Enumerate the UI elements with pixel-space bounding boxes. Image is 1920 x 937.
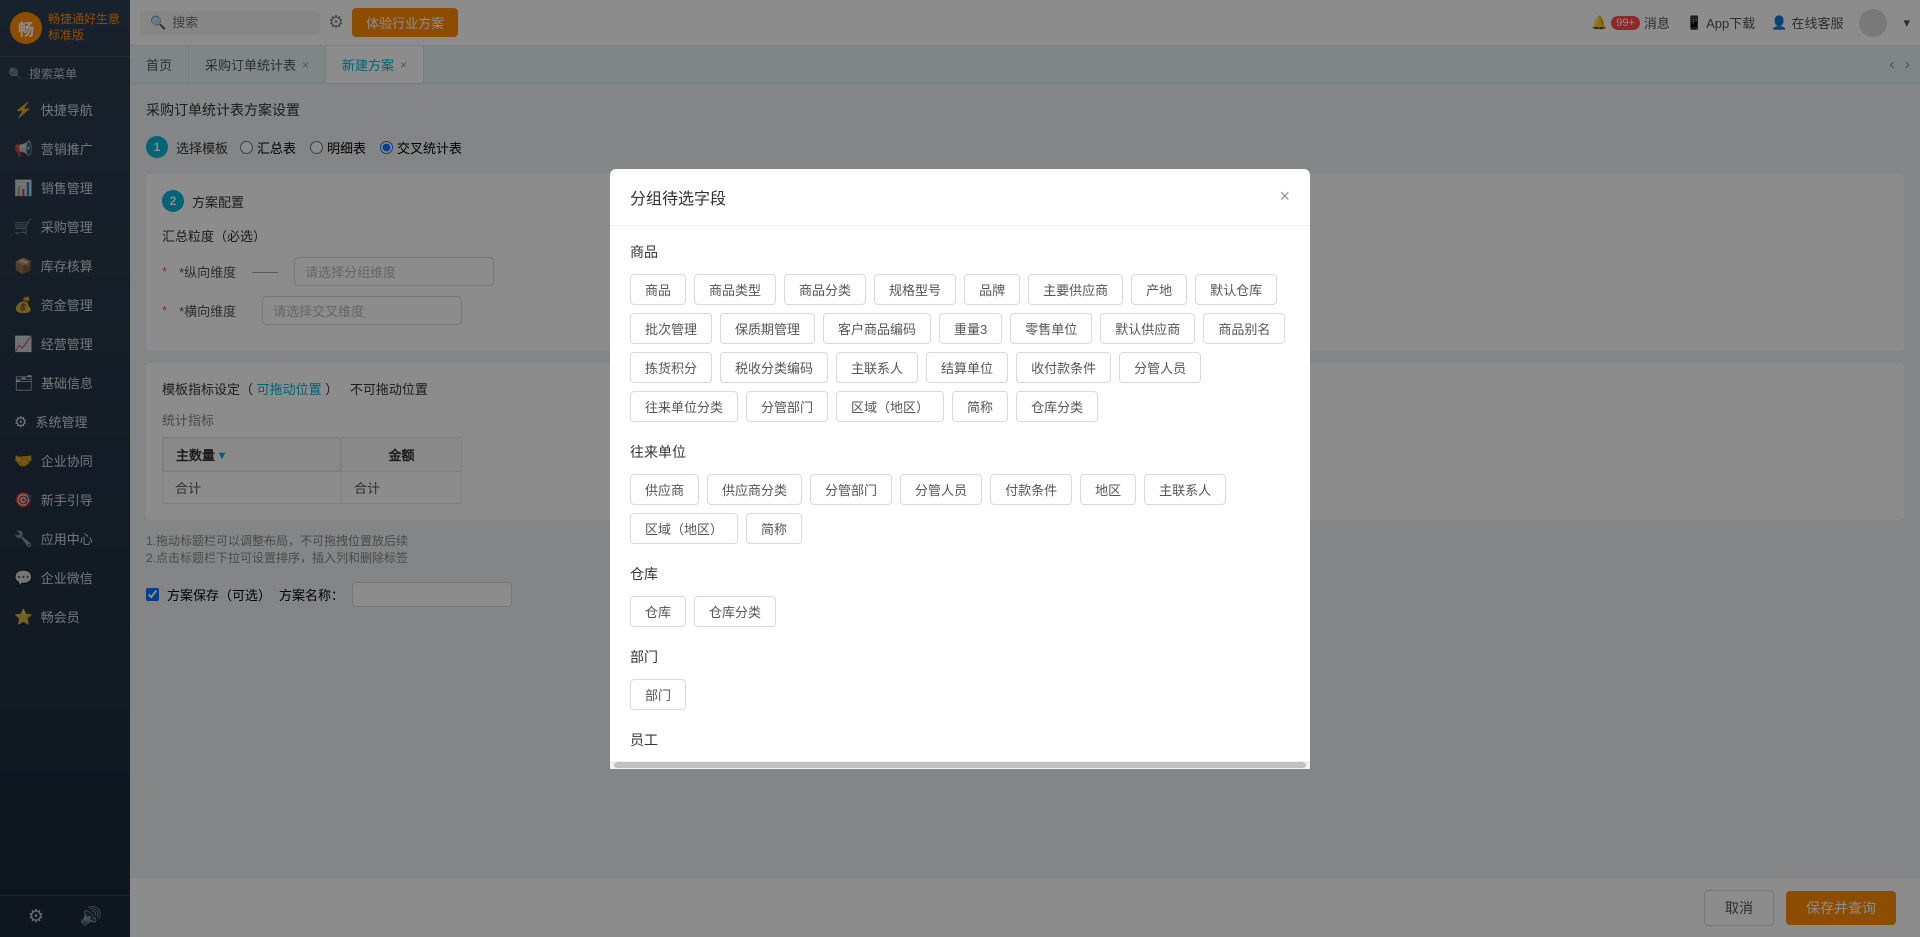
field-tags-goods: 商品商品类型商品分类规格型号品牌主要供应商产地默认仓库批次管理保质期管理客户商品… (630, 274, 1290, 422)
field-section-department: 部门部门 (630, 647, 1290, 710)
field-tag[interactable]: 区域（地区） (630, 513, 738, 544)
field-tag[interactable]: 主要供应商 (1028, 274, 1123, 305)
field-tag[interactable]: 分管部门 (746, 391, 828, 422)
field-tag[interactable]: 规格型号 (874, 274, 956, 305)
field-tag[interactable]: 仓库分类 (694, 596, 776, 627)
field-tag[interactable]: 保质期管理 (720, 313, 815, 344)
field-tag[interactable]: 商品分类 (784, 274, 866, 305)
field-tag[interactable]: 分管部门 (810, 474, 892, 505)
field-tag[interactable]: 零售单位 (1010, 313, 1092, 344)
field-section-title-counter_party: 往来单位 (630, 442, 1290, 462)
field-tag[interactable]: 分管人员 (1119, 352, 1201, 383)
modal-header: 分组待选字段 × (610, 169, 1310, 226)
field-tag[interactable]: 部门 (630, 679, 686, 710)
field-tags-department: 部门 (630, 679, 1290, 710)
field-tag[interactable]: 收付款条件 (1016, 352, 1111, 383)
field-tag[interactable]: 往来单位分类 (630, 391, 738, 422)
field-tag[interactable]: 商品 (630, 274, 686, 305)
field-section-title-employee: 员工 (630, 730, 1290, 750)
modal-title: 分组待选字段 (630, 185, 726, 209)
field-tag[interactable]: 简称 (952, 391, 1008, 422)
field-tag[interactable]: 默认供应商 (1100, 313, 1195, 344)
modal-body: 商品商品商品类型商品分类规格型号品牌主要供应商产地默认仓库批次管理保质期管理客户… (610, 226, 1310, 761)
field-tag[interactable]: 商品类型 (694, 274, 776, 305)
field-tag[interactable]: 分管人员 (900, 474, 982, 505)
field-tag[interactable]: 产地 (1131, 274, 1187, 305)
field-section-goods: 商品商品商品类型商品分类规格型号品牌主要供应商产地默认仓库批次管理保质期管理客户… (630, 242, 1290, 422)
field-tag[interactable]: 主联系人 (836, 352, 918, 383)
field-tag[interactable]: 付款条件 (990, 474, 1072, 505)
field-section-title-goods: 商品 (630, 242, 1290, 262)
modal-dialog: 分组待选字段 × 商品商品商品类型商品分类规格型号品牌主要供应商产地默认仓库批次… (610, 169, 1310, 769)
field-tag[interactable]: 仓库 (630, 596, 686, 627)
field-tags-counter_party: 供应商供应商分类分管部门分管人员付款条件地区主联系人区域（地区） 简称 (630, 474, 1290, 544)
field-section-title-department: 部门 (630, 647, 1290, 667)
field-tag[interactable]: 地区 (1080, 474, 1136, 505)
modal-hscroll[interactable] (610, 761, 1310, 769)
field-tag[interactable]: 供应商分类 (707, 474, 802, 505)
field-tag[interactable]: 区域（地区） (836, 391, 944, 422)
modal-close-button[interactable]: × (1279, 186, 1290, 207)
field-tag[interactable]: 仓库分类 (1016, 391, 1098, 422)
field-section-employee: 员工业务员 (630, 730, 1290, 761)
field-tag[interactable]: 客户商品编码 (823, 313, 931, 344)
field-tag[interactable]: 主联系人 (1144, 474, 1226, 505)
field-tag[interactable]: 批次管理 (630, 313, 712, 344)
field-tag[interactable]: 重量3 (939, 313, 1002, 344)
field-tag[interactable]: 默认仓库 (1195, 274, 1277, 305)
field-tag[interactable]: 拣货积分 (630, 352, 712, 383)
field-tags-warehouse: 仓库仓库分类 (630, 596, 1290, 627)
field-tag[interactable]: 结算单位 (926, 352, 1008, 383)
modal-hscroll-thumb (614, 762, 1306, 768)
field-section-title-warehouse: 仓库 (630, 564, 1290, 584)
field-tag[interactable]: 商品别名 (1203, 313, 1285, 344)
field-section-warehouse: 仓库仓库仓库分类 (630, 564, 1290, 627)
field-section-counter_party: 往来单位供应商供应商分类分管部门分管人员付款条件地区主联系人区域（地区） 简称 (630, 442, 1290, 544)
field-tag[interactable]: 品牌 (964, 274, 1020, 305)
modal-overlay: 分组待选字段 × 商品商品商品类型商品分类规格型号品牌主要供应商产地默认仓库批次… (0, 0, 1920, 937)
field-tag[interactable]: 简称 (746, 513, 802, 544)
field-tag[interactable]: 供应商 (630, 474, 699, 505)
field-tag[interactable]: 税收分类编码 (720, 352, 828, 383)
